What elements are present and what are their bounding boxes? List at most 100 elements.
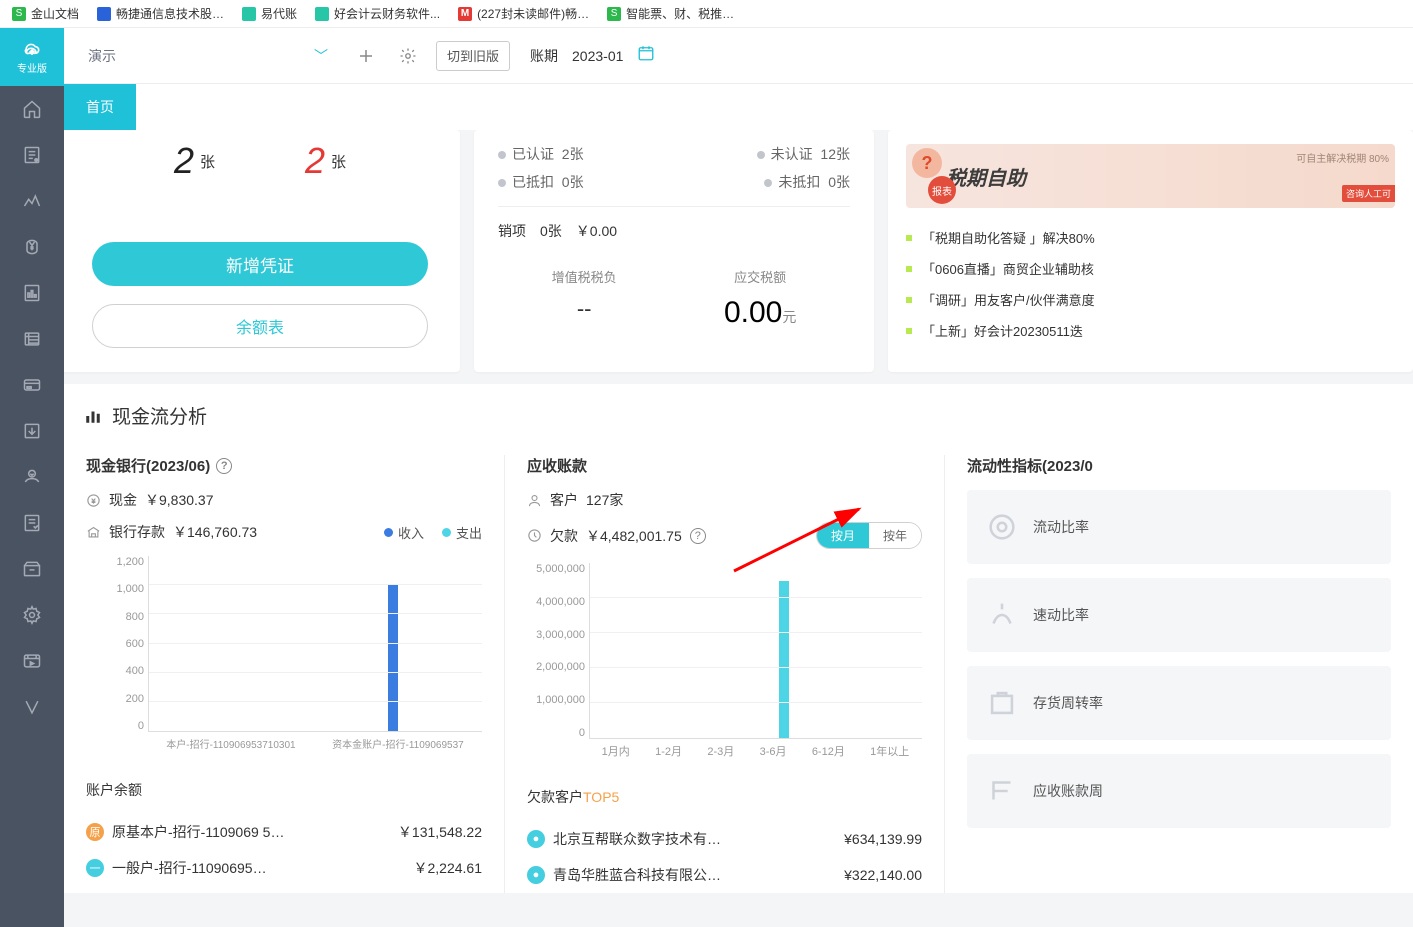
balance-row[interactable]: 原原基本户-招行-1109069 5…￥131,548.22 xyxy=(86,814,482,850)
account-balance-title: 账户余额 xyxy=(86,780,482,800)
chevron-down-icon: ﹀ xyxy=(314,46,328,66)
sidebar-item-invoice[interactable] xyxy=(0,500,64,546)
content-scroll[interactable]: 2张 2张 新增凭证 余额表 已认证 2张 未认证 12张 已抵扣 0张 未抵扣… xyxy=(64,130,1413,927)
cash-bank-panel: 现金银行(2023/06) ? 现金 ￥9,830.37 银行存款 ￥146,7… xyxy=(64,455,504,893)
sidebar-item-video[interactable] xyxy=(0,638,64,684)
tax-payable-unit: 元 xyxy=(782,309,796,325)
top-header: 演示 ﹀ 切到旧版 账期 2023-01 xyxy=(64,28,1413,84)
company-select[interactable]: 演示 ﹀ xyxy=(78,38,338,74)
settings-icon[interactable] xyxy=(394,42,422,70)
tab-row: 首页 xyxy=(64,84,1413,130)
liquidity-title: 流动性指标(2023/0 xyxy=(967,455,1093,476)
voucher-unit: 张 xyxy=(200,151,215,172)
tax-card: 已认证 2张 未认证 12张 已抵扣 0张 未抵扣 0张 销项 0张 ￥0.00 xyxy=(474,130,874,372)
bookmark-label: 金山文档 xyxy=(31,5,79,22)
switch-old-version-button[interactable]: 切到旧版 xyxy=(436,41,510,71)
sidebar-item-tax[interactable] xyxy=(0,316,64,362)
legend-expense: 支出 xyxy=(442,523,482,542)
liquidity-card[interactable]: 速动比率 xyxy=(967,578,1391,652)
sidebar-item-import[interactable] xyxy=(0,408,64,454)
balance-sheet-button[interactable]: 余额表 xyxy=(92,304,428,348)
news-text: 「调研」用友客户/伙伴满意度 xyxy=(922,290,1095,309)
bookmark-label: 易代账 xyxy=(261,5,297,22)
voucher-card: 2张 2张 新增凭证 余额表 xyxy=(64,130,460,372)
news-banner-sub: 可自主解决税期 80% xyxy=(1296,150,1389,165)
cash-label: 现金 xyxy=(109,490,137,510)
new-voucher-button[interactable]: 新增凭证 xyxy=(92,242,428,286)
add-button[interactable] xyxy=(352,42,380,70)
company-name: 演示 xyxy=(88,46,116,66)
sidebar-item-settings[interactable] xyxy=(0,592,64,638)
tax-unverified-value: 12张 xyxy=(820,146,850,162)
tax-unverified-label: 未认证 xyxy=(771,146,813,162)
receivable-title: 应收账款 xyxy=(527,455,587,476)
liquidity-card[interactable]: 应收账款周 xyxy=(967,754,1391,828)
tax-vat-value: -- xyxy=(552,296,617,322)
question-icon: ? xyxy=(912,148,942,178)
tax-payable-label: 应交税额 xyxy=(724,267,796,286)
bookmark-item[interactable]: S金山文档 xyxy=(12,5,79,22)
news-item[interactable]: 「调研」用友客户/伙伴满意度 xyxy=(906,284,1395,315)
calendar-icon[interactable] xyxy=(637,44,655,67)
bookmark-item[interactable]: S智能票、财、税推… xyxy=(607,5,734,22)
toggle-month[interactable]: 按月 xyxy=(817,523,869,548)
news-banner-title: 税期自助 xyxy=(946,162,1026,191)
sidebar-logo[interactable]: 专业版 xyxy=(0,28,64,86)
sidebar-item-money[interactable] xyxy=(0,224,64,270)
top5-row[interactable]: ●青岛华胜蓝合科技有限公…¥322,140.00 xyxy=(527,857,922,893)
legend-income: 收入 xyxy=(384,523,424,542)
period-value: 2023-01 xyxy=(572,48,623,64)
customer-label: 客户 xyxy=(550,490,578,510)
sidebar-item-ledger[interactable] xyxy=(0,132,64,178)
period-label: 账期 xyxy=(530,46,558,66)
bookmark-item[interactable]: M(227封未读邮件)畅… xyxy=(458,5,589,22)
sidebar-item-v[interactable] xyxy=(0,684,64,730)
sidebar-item-bank[interactable] xyxy=(0,362,64,408)
news-item[interactable]: 「税期自助化答疑 」解决80% xyxy=(906,222,1395,253)
deposit-value: ￥146,760.73 xyxy=(173,522,257,542)
tax-undeducted-value: 0张 xyxy=(828,174,850,190)
news-item[interactable]: 「上新」好会计20230511迭 xyxy=(906,315,1395,346)
left-sidebar: 专业版 xyxy=(0,28,64,927)
tax-verified-label: 已认证 xyxy=(512,146,554,162)
sidebar-item-report[interactable] xyxy=(0,270,64,316)
deposit-label: 银行存款 xyxy=(109,522,165,542)
news-card: ? 税期自助 可自主解决税期 80% 报表 咨询人工可 「税期自助化答疑 」解决… xyxy=(888,130,1413,372)
help-icon[interactable]: ? xyxy=(216,458,232,474)
bookmark-item[interactable]: 畅捷通信息技术股… xyxy=(97,5,224,22)
bookmark-item[interactable]: 好会计云财务软件... xyxy=(315,5,440,22)
tax-vat-label: 增值税税负 xyxy=(552,267,617,286)
tax-sales-count: 0张 xyxy=(540,221,562,241)
cashflow-section-title: 现金流分析 xyxy=(64,384,1413,441)
help-icon[interactable]: ? xyxy=(690,528,706,544)
sidebar-logo-text: 专业版 xyxy=(17,60,47,75)
owed-value: ￥4,482,001.75 xyxy=(586,526,682,546)
cash-bank-title: 现金银行(2023/06) xyxy=(86,455,210,476)
tax-deducted-label: 已抵扣 xyxy=(512,174,554,190)
sidebar-item-chart[interactable] xyxy=(0,178,64,224)
tax-payable-value: 0.00 xyxy=(724,296,782,329)
tab-home[interactable]: 首页 xyxy=(64,84,136,130)
sidebar-item-archive[interactable] xyxy=(0,546,64,592)
news-text: 「上新」好会计20230511迭 xyxy=(922,321,1083,340)
toggle-year[interactable]: 按年 xyxy=(869,523,921,548)
bookmark-label: 智能票、财、税推… xyxy=(626,5,734,22)
liquidity-card[interactable]: 存货周转率 xyxy=(967,666,1391,740)
top5-title: 欠款客户TOP5 xyxy=(527,787,922,807)
news-banner[interactable]: ? 税期自助 可自主解决税期 80% 报表 咨询人工可 xyxy=(906,144,1395,208)
top5-row[interactable]: ●北京互帮联众数字技术有…¥634,139.99 xyxy=(527,821,922,857)
sidebar-item-home[interactable] xyxy=(0,86,64,132)
tax-sales-label: 销项 xyxy=(498,221,526,241)
receivable-panel: 应收账款 客户 127家 欠款 ￥4,482,001.75 ? xyxy=(504,455,944,893)
news-item[interactable]: 「0606直播」商贸企业辅助核 xyxy=(906,253,1395,284)
news-banner-badge: 报表 xyxy=(928,176,956,204)
balance-row[interactable]: 一一般户-招行-11090695…￥2,224.61 xyxy=(86,850,482,886)
tax-deducted-value: 0张 xyxy=(562,174,584,190)
voucher-unit: 张 xyxy=(331,151,346,172)
bookmarks-bar: S金山文档 畅捷通信息技术股… 易代账 好会计云财务软件... M(227封未读… xyxy=(0,0,1413,28)
bookmark-item[interactable]: 易代账 xyxy=(242,5,297,22)
liquidity-card[interactable]: 流动比率 xyxy=(967,490,1391,564)
sidebar-item-asset[interactable] xyxy=(0,454,64,500)
cash-bank-chart: 1,2001,0008006004002000 本户-招行-1109069537… xyxy=(86,556,482,756)
news-text: 「0606直播」商贸企业辅助核 xyxy=(922,259,1094,278)
